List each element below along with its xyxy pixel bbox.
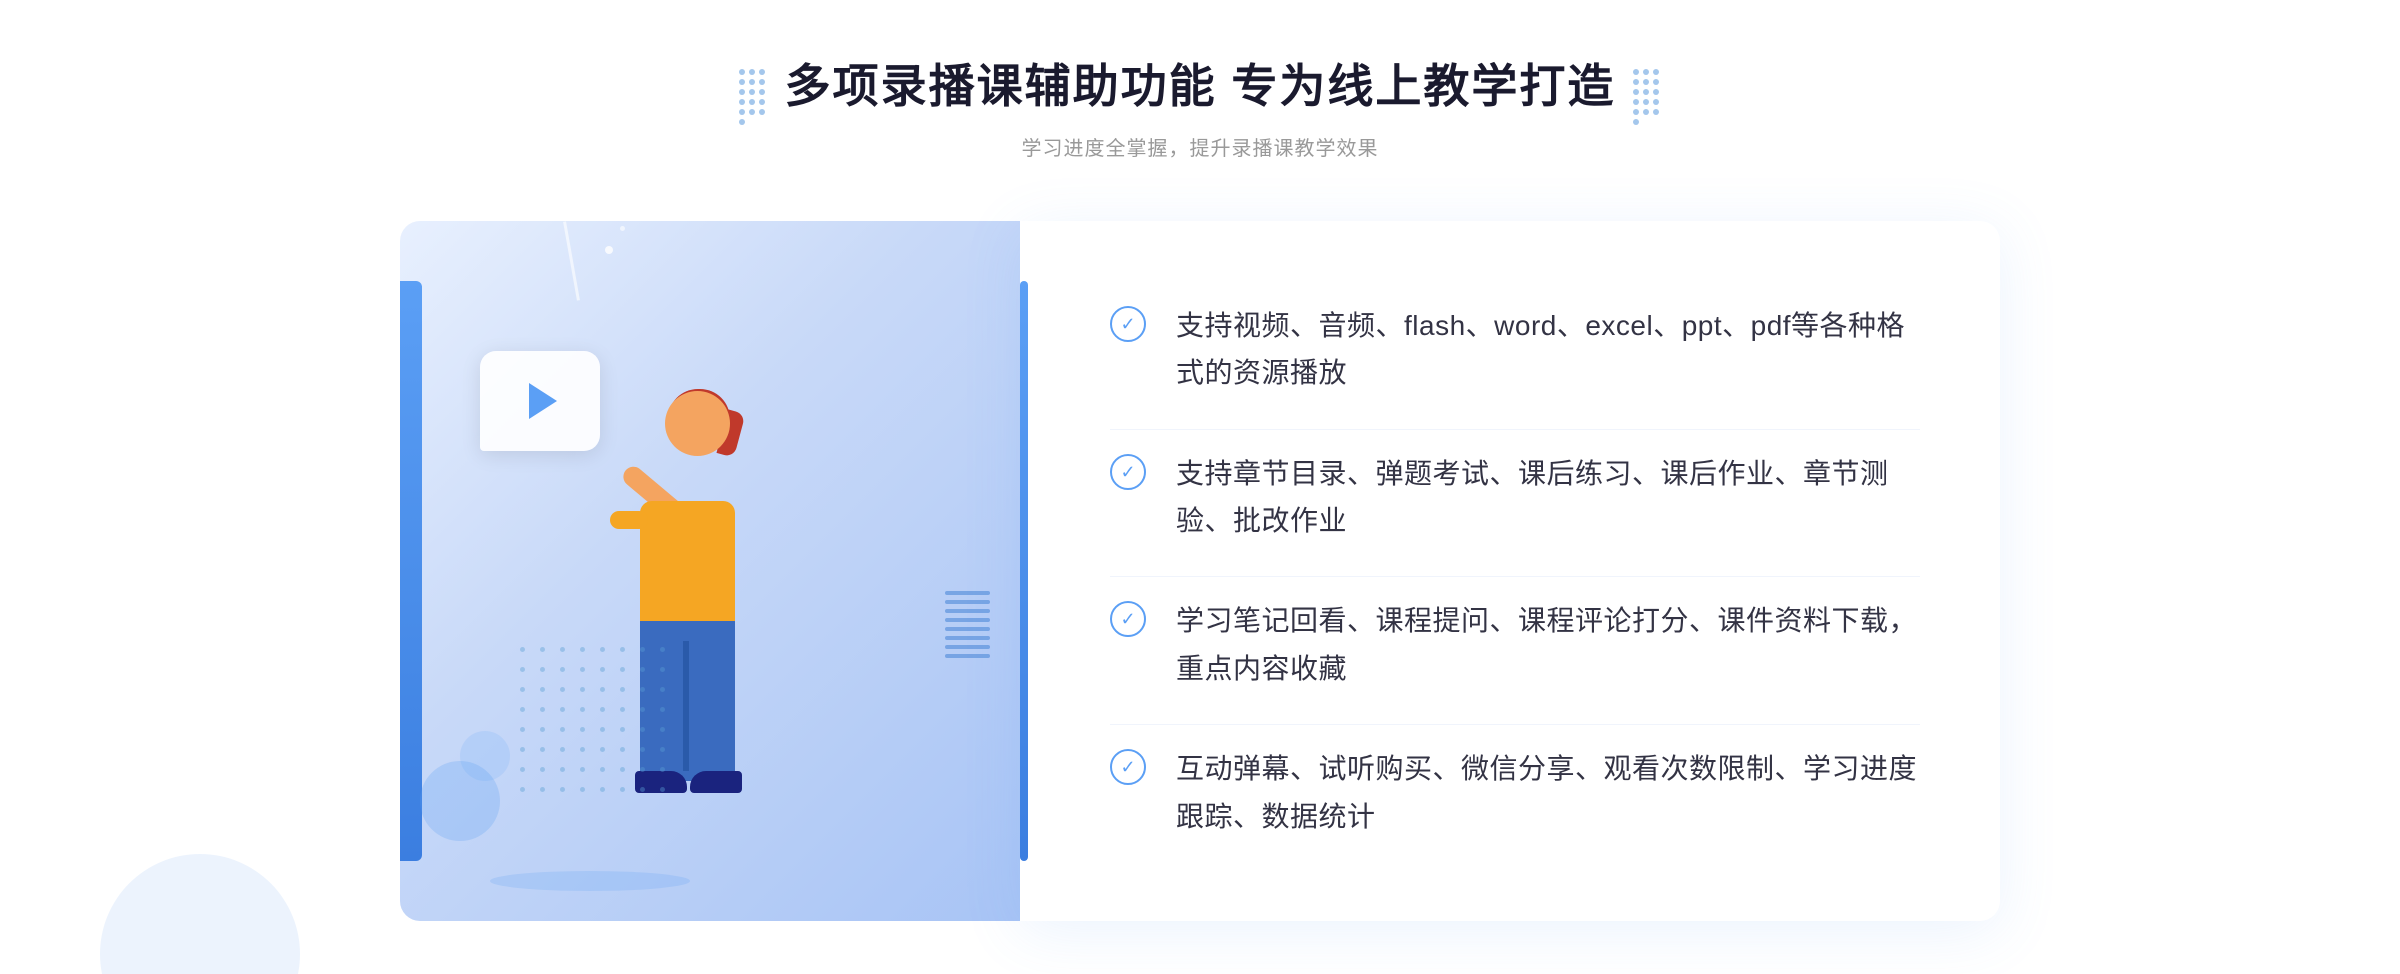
person-pants-gap [683, 641, 689, 771]
feature-item-3: ✓ 学习笔记回看、课程提问、课程评论打分、课件资料下载，重点内容收藏 [1110, 576, 1920, 712]
person-arm-left [610, 511, 648, 529]
check-icon-4: ✓ [1110, 749, 1146, 785]
person-figure [530, 371, 810, 921]
stripe-decoration [945, 591, 990, 671]
content-section: ✓ 支持视频、音频、flash、word、excel、ppt、pdf等各种格式的… [400, 221, 2000, 921]
check-mark-4: ✓ [1120, 758, 1135, 776]
light-dot-1 [605, 246, 613, 254]
features-accent-bar [1020, 281, 1028, 861]
dots-decoration-right [1633, 69, 1661, 97]
feature-text-1: 支持视频、音频、flash、word、excel、ppt、pdf等各种格式的资源… [1176, 302, 1920, 397]
ground-shadow [490, 871, 690, 891]
page-subtitle: 学习进度全掌握，提升录播课教学效果 [1022, 132, 1379, 161]
light-beam [563, 221, 580, 300]
page-title: 多项录播课辅助功能 专为线上教学打造 [785, 50, 1616, 116]
illustration-area [400, 221, 1020, 921]
light-dot-2 [620, 226, 625, 231]
person-head [665, 391, 730, 456]
check-icon-1: ✓ [1110, 306, 1146, 342]
page-container: 多项录播课辅助功能 专为线上教学打造 学习进度全掌握，提升录播课教学效果 [0, 50, 2400, 921]
feature-item-4: ✓ 互动弹幕、试听购买、微信分享、观看次数限制、学习进度跟踪、数据统计 [1110, 724, 1920, 860]
feature-text-4: 互动弹幕、试听购买、微信分享、观看次数限制、学习进度跟踪、数据统计 [1176, 745, 1920, 840]
deco-circle-2 [460, 731, 510, 781]
dots-decoration-left [739, 69, 767, 97]
check-mark-2: ✓ [1120, 463, 1135, 481]
title-row: 多项录播课辅助功能 专为线上教学打造 [739, 50, 1662, 116]
blue-bar-accent [400, 281, 422, 861]
header-section: 多项录播课辅助功能 专为线上教学打造 学习进度全掌握，提升录播课教学效果 [739, 50, 1662, 161]
feature-item-2: ✓ 支持章节目录、弹题考试、课后练习、课后作业、章节测验、批改作业 [1110, 429, 1920, 565]
feature-text-3: 学习笔记回看、课程提问、课程评论打分、课件资料下载，重点内容收藏 [1176, 597, 1920, 692]
page-deco-circle [100, 854, 300, 974]
feature-text-2: 支持章节目录、弹题考试、课后练习、课后作业、章节测验、批改作业 [1176, 450, 1920, 545]
feature-item-1: ✓ 支持视频、音频、flash、word、excel、ppt、pdf等各种格式的… [1110, 282, 1920, 417]
check-mark-3: ✓ [1120, 610, 1135, 628]
check-icon-2: ✓ [1110, 454, 1146, 490]
check-icon-3: ✓ [1110, 601, 1146, 637]
dots-grid-decoration [520, 647, 674, 801]
person-shoe-right [690, 771, 742, 793]
person-body [640, 501, 735, 631]
features-area: ✓ 支持视频、音频、flash、word、excel、ppt、pdf等各种格式的… [1020, 221, 2000, 921]
check-mark-1: ✓ [1120, 315, 1135, 333]
